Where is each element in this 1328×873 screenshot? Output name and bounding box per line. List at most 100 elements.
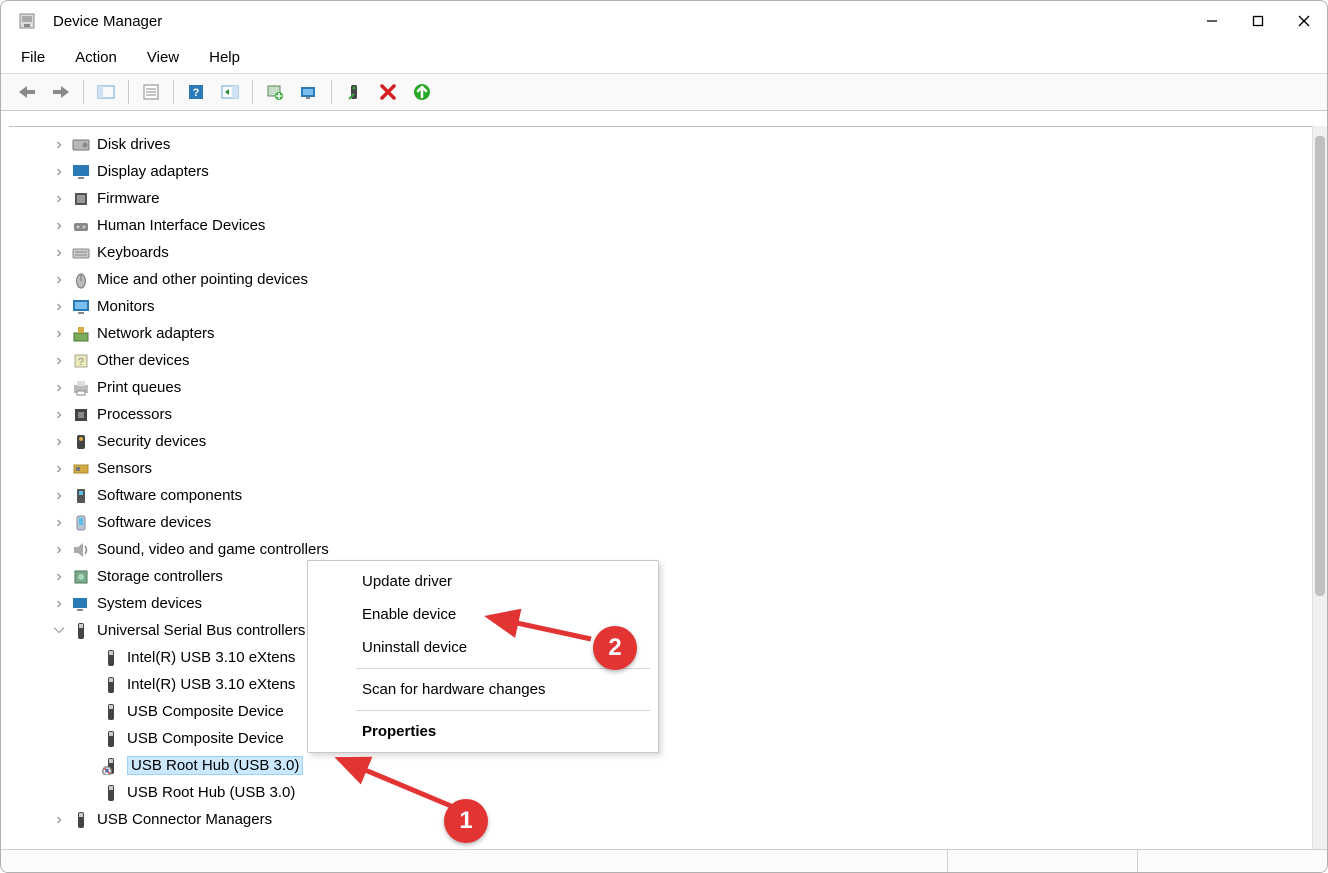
tree-node[interactable]: Print queues: [33, 374, 1325, 401]
tree-node-label: Intel(R) USB 3.10 eXtens: [127, 676, 295, 693]
tree-node[interactable]: Software devices: [33, 509, 1325, 536]
menubar: File Action View Help: [1, 41, 1327, 74]
expand-chevron-icon[interactable]: [51, 541, 67, 559]
ctx-properties[interactable]: Properties: [308, 715, 658, 748]
tree-node[interactable]: Software components: [33, 482, 1325, 509]
action-pane-button[interactable]: [214, 77, 246, 107]
tree-node-label: System devices: [97, 595, 202, 612]
expand-chevron-icon[interactable]: [51, 136, 67, 154]
tree-node-label: Keyboards: [97, 244, 169, 261]
minimize-button[interactable]: [1189, 1, 1235, 41]
expand-chevron-icon[interactable]: [51, 514, 67, 532]
window-controls: [1189, 1, 1327, 41]
svg-text:?: ?: [193, 87, 200, 99]
tree-node[interactable]: Processors: [33, 401, 1325, 428]
tree-node[interactable]: Sound, video and game controllers: [33, 536, 1325, 563]
usb-icon: [101, 783, 121, 803]
menu-help[interactable]: Help: [207, 49, 242, 66]
help-button[interactable]: ?: [180, 77, 212, 107]
tree-node[interactable]: Human Interface Devices: [33, 212, 1325, 239]
expand-chevron-icon[interactable]: [51, 298, 67, 316]
ctx-scan-hardware[interactable]: Scan for hardware changes: [308, 673, 658, 706]
expand-chevron-icon[interactable]: [51, 379, 67, 397]
tree-node[interactable]: Firmware: [33, 185, 1325, 212]
tree-node[interactable]: System devices: [33, 590, 1325, 617]
swdev-icon: [71, 513, 91, 533]
tree-node[interactable]: Network adapters: [33, 320, 1325, 347]
tree-node[interactable]: Disk drives: [33, 131, 1325, 158]
expand-chevron-icon[interactable]: [51, 217, 67, 235]
tree-node-label: Mice and other pointing devices: [97, 271, 308, 288]
expand-chevron-icon[interactable]: [51, 622, 67, 639]
expand-chevron-icon[interactable]: [51, 244, 67, 262]
back-button[interactable]: [11, 77, 43, 107]
tree-node[interactable]: USB Composite Device: [33, 725, 1325, 752]
tree-node[interactable]: Keyboards: [33, 239, 1325, 266]
maximize-button[interactable]: [1235, 1, 1281, 41]
menu-view[interactable]: View: [145, 49, 181, 66]
tree-node[interactable]: Display adapters: [33, 158, 1325, 185]
svg-text:?: ?: [78, 357, 84, 368]
tree-node[interactable]: Mice and other pointing devices: [33, 266, 1325, 293]
toolbar: ?: [1, 74, 1327, 111]
security-icon: [71, 432, 91, 452]
expand-chevron-icon[interactable]: [51, 433, 67, 451]
expand-chevron-icon[interactable]: [51, 406, 67, 424]
menu-action[interactable]: Action: [73, 49, 119, 66]
tree-node-label: Display adapters: [97, 163, 209, 180]
tree-node[interactable]: Intel(R) USB 3.10 eXtens: [33, 671, 1325, 698]
tree-node[interactable]: USB Composite Device: [33, 698, 1325, 725]
expand-chevron-icon[interactable]: [51, 190, 67, 208]
expand-chevron-icon[interactable]: [51, 271, 67, 289]
tree-node[interactable]: USB Root Hub (USB 3.0): [33, 752, 1325, 779]
hid-icon: [71, 216, 91, 236]
tree-node-label: Monitors: [97, 298, 155, 315]
ctx-separator: [356, 710, 650, 711]
chip-icon: [71, 189, 91, 209]
forward-button[interactable]: [45, 77, 77, 107]
enable-device-button[interactable]: [338, 77, 370, 107]
uninstall-device-button[interactable]: [372, 77, 404, 107]
expand-chevron-icon[interactable]: [51, 568, 67, 586]
tree-node[interactable]: Intel(R) USB 3.10 eXtens: [33, 644, 1325, 671]
menu-file[interactable]: File: [19, 49, 47, 66]
usb-icon: [101, 675, 121, 695]
update-driver-button[interactable]: [259, 77, 291, 107]
tree-node-label: USB Root Hub (USB 3.0): [127, 756, 303, 775]
tree-node[interactable]: Universal Serial Bus controllers: [33, 617, 1325, 644]
expand-chevron-icon[interactable]: [51, 811, 67, 829]
properties-button[interactable]: [135, 77, 167, 107]
expand-chevron-icon[interactable]: [51, 595, 67, 613]
tree-node[interactable]: Sensors: [33, 455, 1325, 482]
scan-hardware-button[interactable]: [293, 77, 325, 107]
device-tree[interactable]: Disk drives Display adapters Firmware Human…: [9, 126, 1325, 850]
tree-node[interactable]: USB Connector Managers: [33, 806, 1325, 833]
tree-node[interactable]: USB Root Hub (USB 3.0): [33, 779, 1325, 806]
tree-node[interactable]: Monitors: [33, 293, 1325, 320]
usb-icon: [71, 621, 91, 641]
install-driver-button[interactable]: [406, 77, 438, 107]
ctx-update-driver[interactable]: Update driver: [308, 565, 658, 598]
tree-node[interactable]: Security devices: [33, 428, 1325, 455]
show-hide-console-tree-button[interactable]: [90, 77, 122, 107]
expand-chevron-icon[interactable]: [51, 460, 67, 478]
usbc-icon: [71, 810, 91, 830]
expand-chevron-icon[interactable]: [51, 352, 67, 370]
expand-chevron-icon[interactable]: [51, 487, 67, 505]
ctx-enable-device[interactable]: Enable device: [308, 598, 658, 631]
tree-node-label: Intel(R) USB 3.10 eXtens: [127, 649, 295, 666]
scrollbar-vertical[interactable]: [1312, 126, 1327, 850]
scrollbar-thumb[interactable]: [1315, 136, 1325, 596]
window-title: Device Manager: [53, 13, 162, 30]
usb-icon: [101, 648, 121, 668]
tree-node[interactable]: Storage controllers: [33, 563, 1325, 590]
tree-node-label: USB Composite Device: [127, 730, 284, 747]
app-icon: [17, 11, 37, 31]
expand-chevron-icon[interactable]: [51, 163, 67, 181]
tree-node-label: Network adapters: [97, 325, 215, 342]
tree-node-label: Human Interface Devices: [97, 217, 265, 234]
tree-node-label: USB Composite Device: [127, 703, 284, 720]
tree-node[interactable]: ?Other devices: [33, 347, 1325, 374]
close-button[interactable]: [1281, 1, 1327, 41]
expand-chevron-icon[interactable]: [51, 325, 67, 343]
